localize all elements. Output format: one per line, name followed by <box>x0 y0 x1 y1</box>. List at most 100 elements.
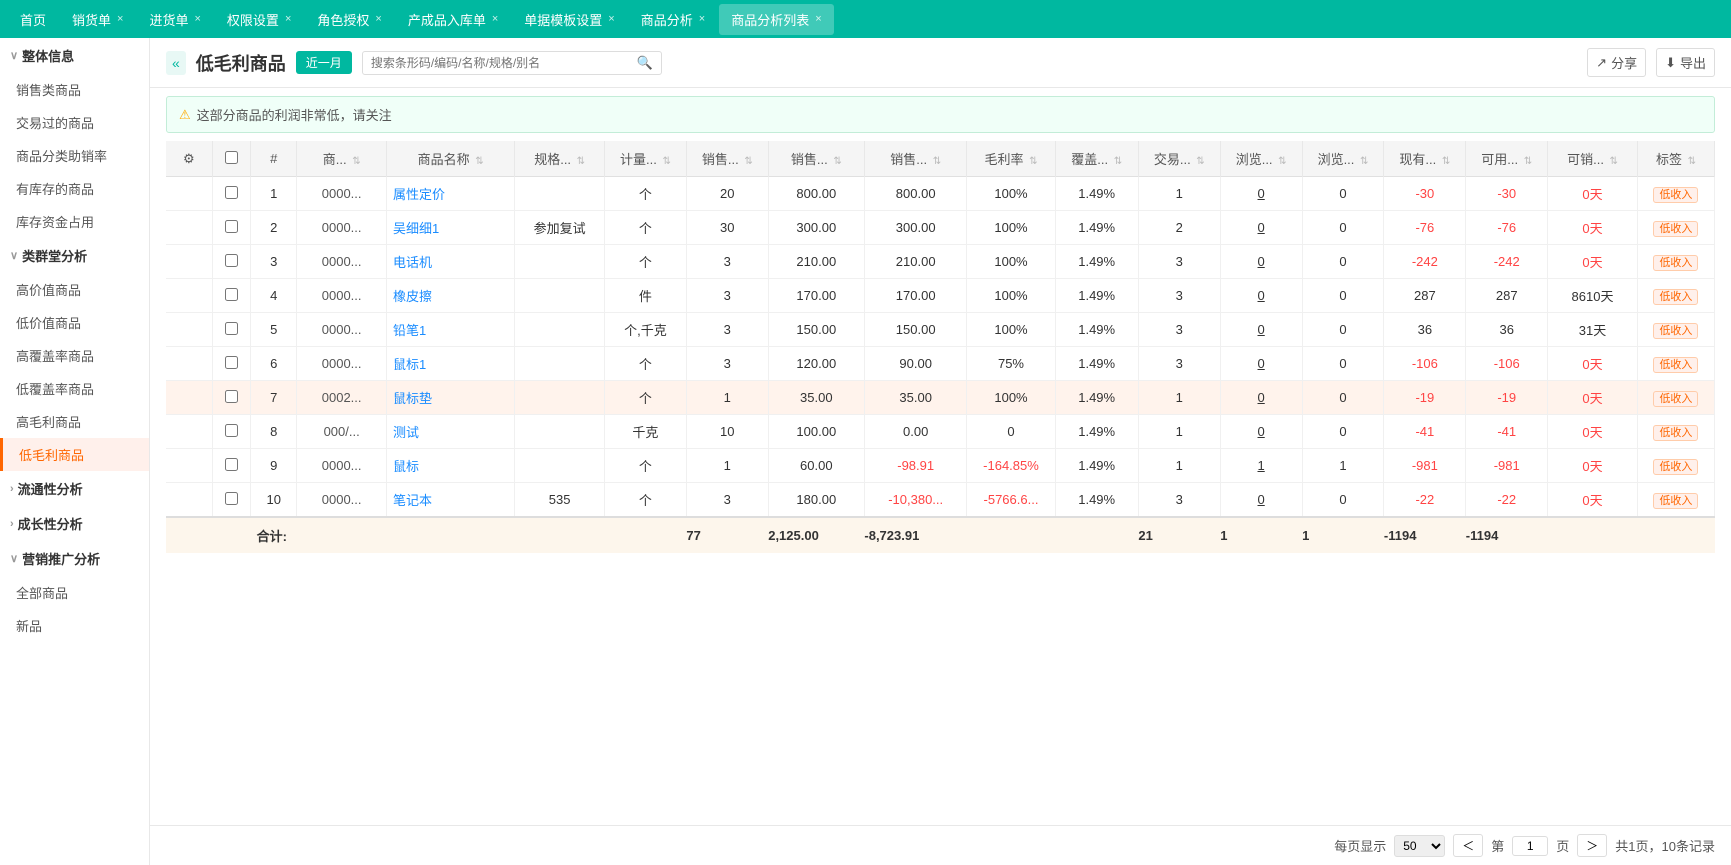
col-current[interactable]: 现有... ⇅ <box>1384 141 1466 177</box>
period-button[interactable]: 近一月 <box>296 51 352 74</box>
row-select-checkbox[interactable] <box>225 220 238 233</box>
row-select-checkbox[interactable] <box>225 254 238 267</box>
row-select-checkbox[interactable] <box>225 186 238 199</box>
row-name[interactable]: 吴细细1 <box>387 211 515 245</box>
row-browse1[interactable]: 0 <box>1220 313 1302 347</box>
row-checkbox[interactable] <box>212 347 250 381</box>
row-checkbox[interactable] <box>212 381 250 415</box>
share-button[interactable]: ↗ 分享 <box>1587 48 1646 77</box>
col-checkbox-all[interactable] <box>212 141 250 177</box>
row-checkbox[interactable] <box>212 211 250 245</box>
nav-sales-order[interactable]: 销货单 × <box>60 4 135 35</box>
row-browse1[interactable]: 0 <box>1220 211 1302 245</box>
nav-product-analysis-list[interactable]: 商品分析列表 × <box>719 4 833 35</box>
row-name[interactable]: 属性定价 <box>387 177 515 211</box>
row-browse1[interactable]: 0 <box>1220 483 1302 518</box>
col-sales-qty[interactable]: 销售... ⇅ <box>686 141 768 177</box>
row-checkbox[interactable] <box>212 449 250 483</box>
row-checkbox[interactable] <box>212 483 250 518</box>
nav-template-close[interactable]: × <box>608 13 614 25</box>
row-name[interactable]: 笔记本 <box>387 483 515 518</box>
sidebar-item-all-goods[interactable]: 全部商品 <box>0 576 149 609</box>
nav-product-stock-close[interactable]: × <box>492 13 498 25</box>
row-select-checkbox[interactable] <box>225 390 238 403</box>
export-button[interactable]: ⬇ 导出 <box>1656 48 1715 77</box>
row-select-checkbox[interactable] <box>225 288 238 301</box>
select-all-checkbox[interactable] <box>225 151 238 164</box>
row-browse1[interactable]: 0 <box>1220 245 1302 279</box>
row-name[interactable]: 橡皮擦 <box>387 279 515 313</box>
nav-roles[interactable]: 角色授权 × <box>305 4 393 35</box>
page-input[interactable] <box>1512 836 1548 856</box>
sidebar-item-low-coverage[interactable]: 低覆盖率商品 <box>0 372 149 405</box>
sidebar-item-category-rate[interactable]: 商品分类助销率 <box>0 139 149 172</box>
row-checkbox[interactable] <box>212 415 250 449</box>
row-browse1[interactable]: 0 <box>1220 347 1302 381</box>
sidebar-group-cluster[interactable]: ∨ 类群堂分析 <box>0 238 149 273</box>
row-name[interactable]: 鼠标1 <box>387 347 515 381</box>
collapse-sidebar-btn[interactable]: « <box>166 51 186 75</box>
nav-sales-close[interactable]: × <box>117 13 123 25</box>
row-select-checkbox[interactable] <box>225 424 238 437</box>
row-checkbox[interactable] <box>212 177 250 211</box>
sidebar-group-growth[interactable]: › 成长性分析 <box>0 506 149 541</box>
nav-home[interactable]: 首页 <box>8 4 58 35</box>
nav-template-settings[interactable]: 单据模板设置 × <box>512 4 626 35</box>
sidebar-item-new-goods[interactable]: 新品 <box>0 609 149 642</box>
col-name[interactable]: 商品名称 ⇅ <box>387 141 515 177</box>
table-container[interactable]: ⚙ # 商... ⇅ 商品名称 ⇅ 规格... ⇅ 计量... ⇅ 销售... … <box>150 141 1731 825</box>
row-select-checkbox[interactable] <box>225 322 238 335</box>
row-name[interactable]: 测试 <box>387 415 515 449</box>
col-tag[interactable]: 标签 ⇅ <box>1637 141 1714 177</box>
col-available[interactable]: 可用... ⇅ <box>1466 141 1548 177</box>
nav-purchase-order[interactable]: 进货单 × <box>137 4 212 35</box>
row-browse1[interactable]: 0 <box>1220 177 1302 211</box>
row-checkbox[interactable] <box>212 279 250 313</box>
prev-page-btn[interactable]: ＜ <box>1453 834 1483 857</box>
sidebar-item-traded-goods[interactable]: 交易过的商品 <box>0 106 149 139</box>
col-settings[interactable]: ⚙ <box>166 141 212 177</box>
search-input[interactable] <box>371 56 637 70</box>
row-select-checkbox[interactable] <box>225 492 238 505</box>
col-spec[interactable]: 规格... ⇅ <box>515 141 605 177</box>
sidebar-item-high-margin[interactable]: 高毛利商品 <box>0 405 149 438</box>
search-icon[interactable]: 🔍 <box>637 55 653 71</box>
row-select-checkbox[interactable] <box>225 458 238 471</box>
row-checkbox[interactable] <box>212 313 250 347</box>
col-trade[interactable]: 交易... ⇅ <box>1138 141 1220 177</box>
nav-product-stock[interactable]: 产成品入库单 × <box>396 4 510 35</box>
col-coverage[interactable]: 覆盖... ⇅ <box>1055 141 1138 177</box>
row-select-checkbox[interactable] <box>225 356 238 369</box>
col-browse2[interactable]: 浏览... ⇅ <box>1302 141 1384 177</box>
row-name[interactable]: 鼠标垫 <box>387 381 515 415</box>
nav-product-analysis-close[interactable]: × <box>699 13 705 25</box>
nav-permissions-close[interactable]: × <box>285 13 291 25</box>
nav-product-analysis-list-close[interactable]: × <box>815 13 821 25</box>
row-browse1[interactable]: 0 <box>1220 381 1302 415</box>
row-browse1[interactable]: 1 <box>1220 449 1302 483</box>
sidebar-item-sales-goods[interactable]: 销售类商品 <box>0 73 149 106</box>
row-checkbox[interactable] <box>212 245 250 279</box>
col-browse1[interactable]: 浏览... ⇅ <box>1220 141 1302 177</box>
col-margin[interactable]: 毛利率 ⇅ <box>967 141 1055 177</box>
col-sales-amt[interactable]: 销售... ⇅ <box>768 141 864 177</box>
nav-roles-close[interactable]: × <box>375 13 381 25</box>
row-name[interactable]: 铅笔1 <box>387 313 515 347</box>
sidebar-group-circulation[interactable]: › 流通性分析 <box>0 471 149 506</box>
col-sales-profit[interactable]: 销售... ⇅ <box>864 141 967 177</box>
row-browse1[interactable]: 0 <box>1220 279 1302 313</box>
sidebar-group-marketing[interactable]: ∨ 营销推广分析 <box>0 541 149 576</box>
col-sellable[interactable]: 可销... ⇅ <box>1548 141 1638 177</box>
sidebar-item-high-value[interactable]: 高价值商品 <box>0 273 149 306</box>
row-name[interactable]: 鼠标 <box>387 449 515 483</box>
sidebar-item-low-margin[interactable]: 低毛利商品 <box>0 438 149 471</box>
sidebar-item-in-stock[interactable]: 有库存的商品 <box>0 172 149 205</box>
next-page-btn[interactable]: ＞ <box>1577 834 1607 857</box>
nav-product-analysis[interactable]: 商品分析 × <box>629 4 717 35</box>
sidebar-item-low-value[interactable]: 低价值商品 <box>0 306 149 339</box>
sidebar-group-overview[interactable]: ∨ 整体信息 <box>0 38 149 73</box>
per-page-select[interactable]: 50 100 200 <box>1394 835 1445 857</box>
sidebar-item-high-coverage[interactable]: 高覆盖率商品 <box>0 339 149 372</box>
nav-permissions[interactable]: 权限设置 × <box>215 4 303 35</box>
col-code[interactable]: 商... ⇅ <box>297 141 387 177</box>
